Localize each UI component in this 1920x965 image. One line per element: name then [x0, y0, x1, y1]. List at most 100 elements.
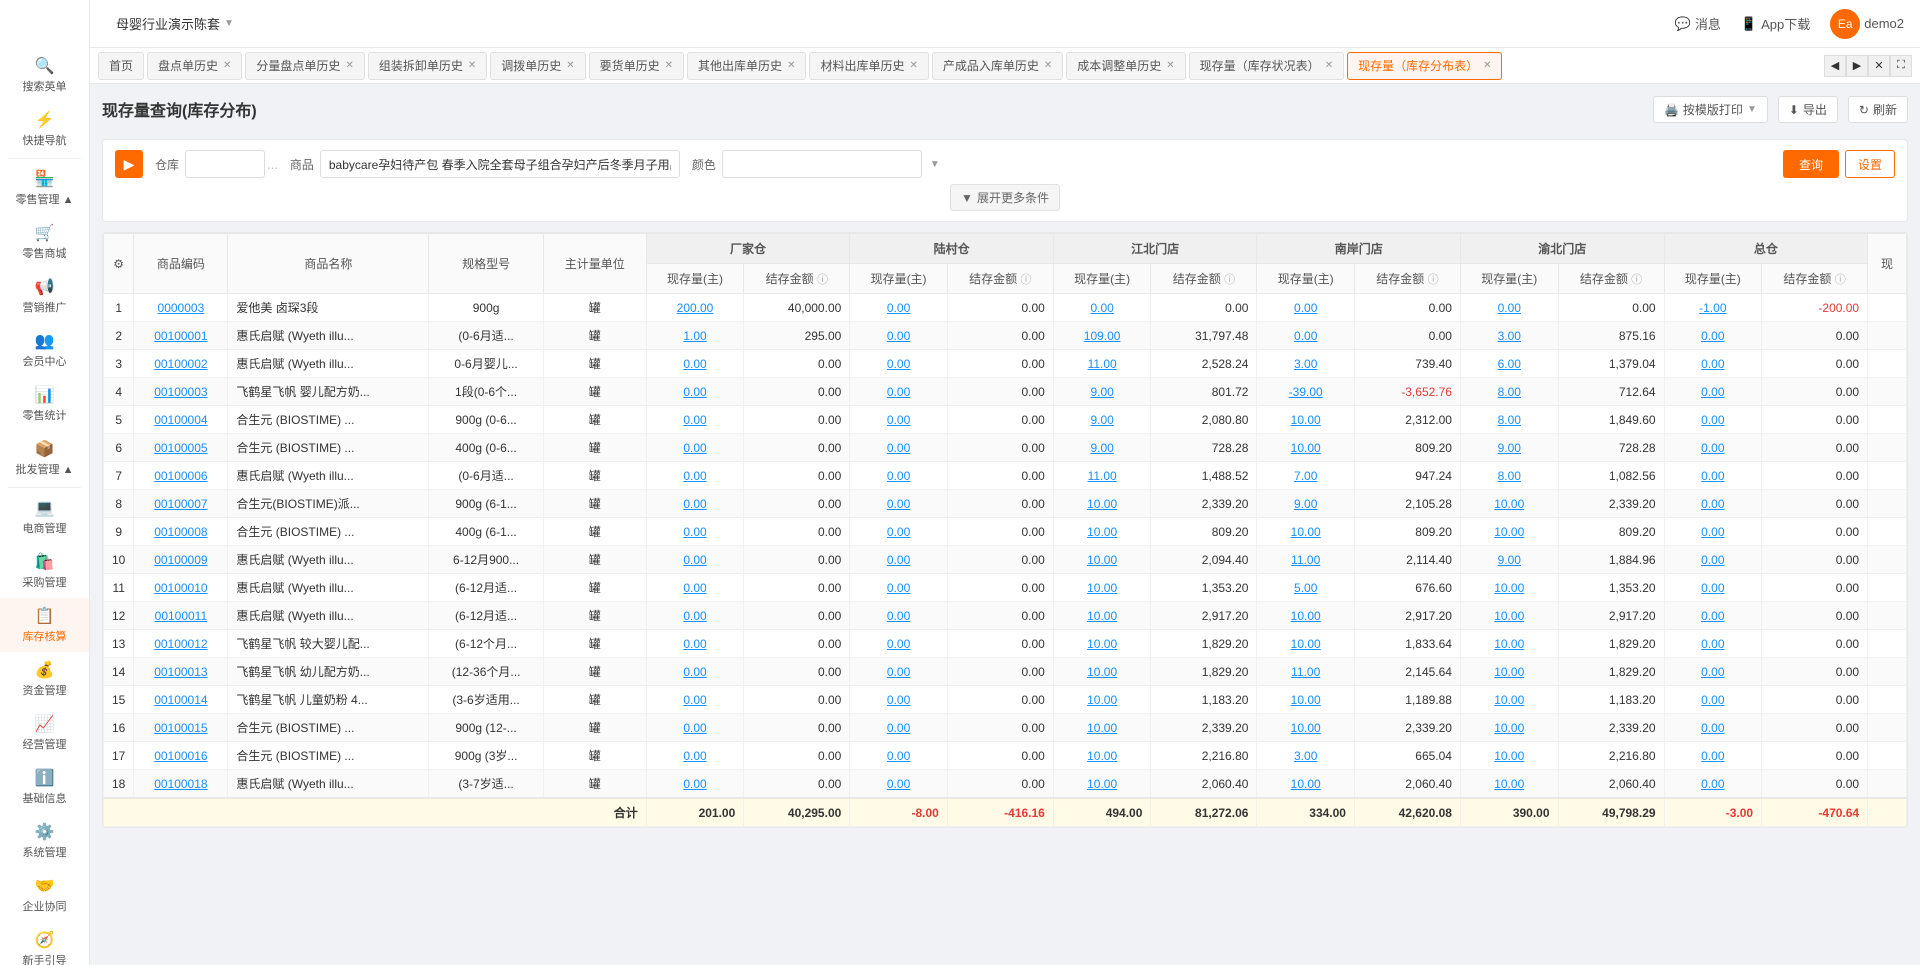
cell-total-qty[interactable]: 0.00 — [1664, 518, 1762, 546]
cell-code[interactable]: 00100015 — [134, 714, 228, 742]
cell-factory-qty[interactable]: 0.00 — [646, 350, 744, 378]
cell-lujia-qty[interactable]: 0.00 — [850, 490, 948, 518]
sidebar-item-3[interactable]: 🛒零售商城 — [0, 215, 89, 269]
export-btn[interactable]: ⬇ 导出 — [1778, 96, 1838, 123]
cell-lujia-qty[interactable]: 0.00 — [850, 462, 948, 490]
tab-item-1[interactable]: 盘点单历史✕ — [147, 52, 242, 80]
cell-yubei-qty[interactable]: 10.00 — [1460, 714, 1558, 742]
cell-code[interactable]: 00100001 — [134, 322, 228, 350]
cell-lujia-qty[interactable]: 0.00 — [850, 294, 948, 322]
cell-code[interactable]: 00100013 — [134, 658, 228, 686]
cell-lujia-qty[interactable]: 0.00 — [850, 602, 948, 630]
cell-nanan-qty[interactable]: 11.00 — [1257, 658, 1355, 686]
cell-yubei-qty[interactable]: 10.00 — [1460, 630, 1558, 658]
cell-nanan-qty[interactable]: 3.00 — [1257, 742, 1355, 770]
cell-jiangbei-qty[interactable]: 10.00 — [1053, 518, 1151, 546]
sidebar-item-14[interactable]: ⚙️系统管理 — [0, 814, 89, 868]
cell-nanan-qty[interactable]: 3.00 — [1257, 350, 1355, 378]
tab-close-8[interactable]: ✕ — [1044, 60, 1052, 71]
settings-btn[interactable]: 设置 — [1845, 150, 1895, 178]
sidebar-item-10[interactable]: 📋库存核算 — [0, 598, 89, 652]
refresh-btn[interactable]: ↻ 刷新 — [1848, 96, 1908, 123]
cell-code[interactable]: 00100016 — [134, 742, 228, 770]
cell-jiangbei-qty[interactable]: 10.00 — [1053, 658, 1151, 686]
tab-fullscreen-btn[interactable]: ⛶ — [1890, 55, 1912, 77]
cell-jiangbei-qty[interactable]: 10.00 — [1053, 742, 1151, 770]
message-btn[interactable]: 💬 消息 — [1675, 14, 1721, 33]
cell-lujia-qty[interactable]: 0.00 — [850, 574, 948, 602]
cell-lujia-qty[interactable]: 0.00 — [850, 546, 948, 574]
sidebar-item-4[interactable]: 📢营销推广 — [0, 269, 89, 323]
cell-lujia-qty[interactable]: 0.00 — [850, 742, 948, 770]
cell-lujia-qty[interactable]: 0.00 — [850, 434, 948, 462]
cell-code[interactable]: 00100004 — [134, 406, 228, 434]
cell-jiangbei-qty[interactable]: 10.00 — [1053, 574, 1151, 602]
cell-code[interactable]: 00100003 — [134, 378, 228, 406]
cell-nanan-qty[interactable]: 11.00 — [1257, 546, 1355, 574]
cell-jiangbei-qty[interactable]: 0.00 — [1053, 294, 1151, 322]
cell-code[interactable]: 00100008 — [134, 518, 228, 546]
warehouse-input[interactable] — [185, 150, 265, 178]
cell-total-qty[interactable]: 0.00 — [1664, 742, 1762, 770]
tab-item-10[interactable]: 现存量（库存状况表）✕ — [1189, 52, 1344, 80]
cell-total-qty[interactable]: 0.00 — [1664, 658, 1762, 686]
cell-lujia-qty[interactable]: 0.00 — [850, 350, 948, 378]
print-btn[interactable]: 🖨️ 按模版打印 ▼ — [1653, 96, 1768, 123]
industry-selector-arrow[interactable]: ▼ — [224, 18, 234, 29]
cell-lujia-qty[interactable]: 0.00 — [850, 686, 948, 714]
tab-close-1[interactable]: ✕ — [223, 60, 231, 71]
cell-total-qty[interactable]: 0.00 — [1664, 686, 1762, 714]
tab-item-0[interactable]: 首页 — [98, 52, 144, 80]
cell-nanan-qty[interactable]: 0.00 — [1257, 322, 1355, 350]
cell-factory-qty[interactable]: 0.00 — [646, 434, 744, 462]
cell-nanan-qty[interactable]: 10.00 — [1257, 770, 1355, 799]
cell-code[interactable]: 00100018 — [134, 770, 228, 799]
tab-item-8[interactable]: 产成品入库单历史✕ — [932, 52, 1063, 80]
cell-jiangbei-qty[interactable]: 109.00 — [1053, 322, 1151, 350]
cell-total-qty[interactable]: 0.00 — [1664, 350, 1762, 378]
cell-jiangbei-qty[interactable]: 9.00 — [1053, 406, 1151, 434]
sidebar-item-12[interactable]: 📈经营管理 — [0, 706, 89, 760]
tab-close-2[interactable]: ✕ — [345, 60, 353, 71]
industry-selector-label[interactable]: 母婴行业演示陈套 — [116, 14, 220, 33]
cell-lujia-qty[interactable]: 0.00 — [850, 658, 948, 686]
cell-lujia-qty[interactable]: 0.00 — [850, 714, 948, 742]
factory-amt-info[interactable]: ⓘ — [817, 274, 828, 286]
cell-total-qty[interactable]: 0.00 — [1664, 602, 1762, 630]
th-settings[interactable]: ⚙ — [104, 234, 134, 294]
yubei-amt-info[interactable]: ⓘ — [1631, 274, 1642, 286]
nanan-amt-info[interactable]: ⓘ — [1428, 274, 1439, 286]
cell-yubei-qty[interactable]: 10.00 — [1460, 490, 1558, 518]
cell-factory-qty[interactable]: 0.00 — [646, 406, 744, 434]
cell-total-qty[interactable]: 0.00 — [1664, 434, 1762, 462]
sidebar-item-15[interactable]: 🤝企业协同 — [0, 868, 89, 922]
sidebar-item-0[interactable]: 🔍搜索英单 — [0, 48, 89, 102]
cell-total-qty[interactable]: 0.00 — [1664, 378, 1762, 406]
cell-code[interactable]: 0000003 — [134, 294, 228, 322]
cell-total-qty[interactable]: 0.00 — [1664, 322, 1762, 350]
cell-yubei-qty[interactable]: 9.00 — [1460, 546, 1558, 574]
cell-yubei-qty[interactable]: 10.00 — [1460, 658, 1558, 686]
cell-factory-qty[interactable]: 1.00 — [646, 322, 744, 350]
cell-nanan-qty[interactable]: 10.00 — [1257, 686, 1355, 714]
tab-close-10[interactable]: ✕ — [1325, 60, 1333, 71]
cell-jiangbei-qty[interactable]: 10.00 — [1053, 602, 1151, 630]
cell-jiangbei-qty[interactable]: 10.00 — [1053, 490, 1151, 518]
cell-jiangbei-qty[interactable]: 10.00 — [1053, 686, 1151, 714]
cell-nanan-qty[interactable]: 10.00 — [1257, 630, 1355, 658]
cell-code[interactable]: 00100014 — [134, 686, 228, 714]
cell-yubei-qty[interactable]: 10.00 — [1460, 686, 1558, 714]
cell-factory-qty[interactable]: 0.00 — [646, 770, 744, 799]
cell-total-qty[interactable]: -1.00 — [1664, 294, 1762, 322]
color-input[interactable] — [722, 150, 922, 178]
tab-item-5[interactable]: 要货单历史✕ — [589, 52, 684, 80]
sidebar-item-7[interactable]: 📦批发管理 ▲ — [0, 431, 89, 485]
cell-factory-qty[interactable]: 0.00 — [646, 602, 744, 630]
tab-close-6[interactable]: ✕ — [787, 60, 795, 71]
cell-factory-qty[interactable]: 0.00 — [646, 518, 744, 546]
cell-nanan-qty[interactable]: -39.00 — [1257, 378, 1355, 406]
cell-lujia-qty[interactable]: 0.00 — [850, 378, 948, 406]
cell-yubei-qty[interactable]: 0.00 — [1460, 294, 1558, 322]
tab-close-5[interactable]: ✕ — [665, 60, 673, 71]
app-download-btn[interactable]: 📱 App下载 — [1741, 14, 1810, 33]
